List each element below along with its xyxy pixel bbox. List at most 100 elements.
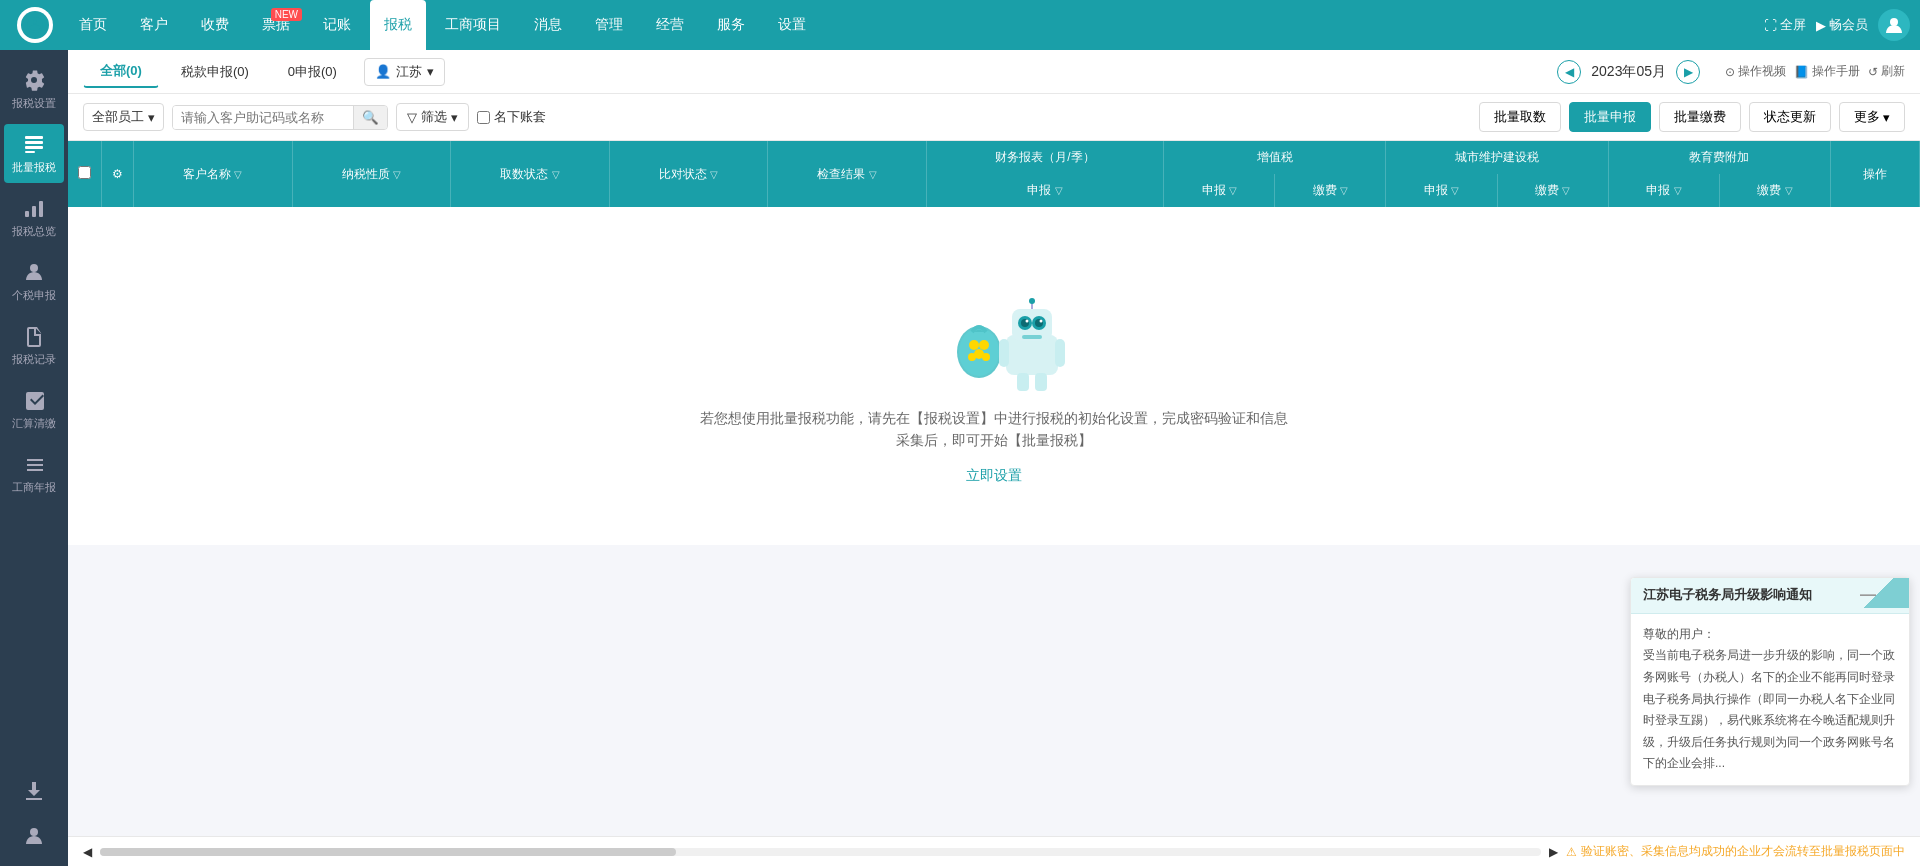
- batch-declare-btn[interactable]: 批量申报: [1569, 102, 1651, 132]
- nav-bizproject[interactable]: 工商项目: [431, 0, 515, 50]
- vat-pay-filter[interactable]: ▽: [1340, 185, 1348, 196]
- scroll-right-btn[interactable]: ▶: [1549, 845, 1558, 859]
- nav-invoice[interactable]: 票据 NEW: [248, 0, 304, 50]
- tax-nature-filter-icon[interactable]: ▽: [393, 169, 401, 180]
- accounts-checkbox[interactable]: [477, 111, 490, 124]
- next-month-btn[interactable]: ▶: [1676, 60, 1700, 84]
- svg-point-13: [979, 340, 989, 350]
- svg-rect-5: [25, 211, 29, 217]
- tab-tax-declare[interactable]: 税款申报(0): [164, 56, 266, 88]
- search-input[interactable]: [173, 106, 353, 129]
- nav-manage[interactable]: 管理: [581, 0, 637, 50]
- empty-main-text: 若您想使用批量报税功能，请先在【报税设置】中进行报税的初始化设置，完成密码验证和…: [694, 407, 1294, 452]
- filter-button[interactable]: ▽ 筛选 ▾: [396, 103, 469, 131]
- nav-home[interactable]: 首页: [65, 0, 121, 50]
- svg-rect-1: [25, 136, 43, 139]
- search-wrap: 🔍: [172, 105, 388, 130]
- sidebar-label-personal-tax: 个税申报: [12, 288, 56, 303]
- op-manual-btn[interactable]: 📘 操作手册: [1794, 63, 1860, 80]
- checkbox-label: 名下账套: [494, 108, 546, 126]
- month-nav: ◀ 2023年05月 ▶: [1557, 60, 1700, 84]
- svg-rect-3: [25, 146, 43, 149]
- nav-settings[interactable]: 设置: [764, 0, 820, 50]
- batch-fetch-btn[interactable]: 批量取数: [1479, 102, 1561, 132]
- scroll-left-btn[interactable]: ◀: [83, 845, 92, 859]
- notification-body: 尊敬的用户：受当前电子税务局进一步升级的影响，同一个政务网账号（办税人）名下的企…: [1631, 614, 1909, 785]
- financial-declare-filter[interactable]: ▽: [1055, 185, 1063, 196]
- horizontal-scrollbar[interactable]: [100, 848, 1541, 856]
- th-vat-pay: 缴费 ▽: [1275, 174, 1386, 207]
- prev-month-btn[interactable]: ◀: [1557, 60, 1581, 84]
- sidebar-item-annual-report[interactable]: 工商年报: [4, 444, 64, 503]
- status-update-btn[interactable]: 状态更新: [1749, 102, 1831, 132]
- customer-filter-icon[interactable]: ▽: [234, 169, 242, 180]
- tab-all[interactable]: 全部(0): [83, 55, 159, 88]
- sidebar-label-tax-settings: 报税设置: [12, 96, 56, 111]
- th-gear: ⚙: [102, 141, 134, 207]
- th-customer-name: 客户名称 ▽: [134, 141, 293, 207]
- th-fetch-status: 取数状态 ▽: [451, 141, 610, 207]
- refresh-btn[interactable]: ↺ 刷新: [1868, 63, 1905, 80]
- warn-text: ⚠ 验证账密、采集信息均成功的企业才会流转至批量报税页面中: [1566, 843, 1905, 860]
- sidebar-item-personal-tax[interactable]: 个税申报: [4, 252, 64, 311]
- notification-title: 江苏电子税务局升级影响通知: [1643, 586, 1812, 604]
- city-pay-filter[interactable]: ▽: [1562, 185, 1570, 196]
- nav-operation[interactable]: 经营: [642, 0, 698, 50]
- logo[interactable]: [10, 7, 60, 43]
- nav-message[interactable]: 消息: [520, 0, 576, 50]
- sidebar-item-batch-tax[interactable]: 批量报税: [4, 124, 64, 183]
- select-all-checkbox[interactable]: [78, 166, 91, 179]
- sidebar-item-tax-record[interactable]: 报税记录: [4, 316, 64, 375]
- setup-link[interactable]: 立即设置: [966, 467, 1022, 485]
- tax-summary-icon: [22, 196, 46, 220]
- sidebar-label-tax-summary: 报税总览: [12, 224, 56, 239]
- sidebar-label-batch-tax: 批量报税: [12, 160, 56, 175]
- check-result-filter-icon[interactable]: ▽: [869, 169, 877, 180]
- tab-zero-declare[interactable]: 0申报(0): [271, 56, 354, 88]
- nav-billing[interactable]: 收费: [187, 0, 243, 50]
- gear-icon[interactable]: ⚙: [112, 167, 123, 181]
- op-video-btn[interactable]: ⊙ 操作视频: [1725, 63, 1786, 80]
- compare-status-filter-icon[interactable]: ▽: [710, 169, 718, 180]
- sidebar-item-user[interactable]: [4, 816, 64, 856]
- sidebar-item-settlement[interactable]: 汇算清缴: [4, 380, 64, 439]
- current-month: 2023年05月: [1591, 63, 1666, 81]
- member-btn[interactable]: ▶ 畅会员: [1816, 16, 1868, 34]
- sidebar-item-tax-settings[interactable]: 报税设置: [4, 60, 64, 119]
- user-icon: [22, 824, 46, 848]
- sidebar-item-download[interactable]: [4, 771, 64, 811]
- sidebar-item-tax-summary[interactable]: 报税总览: [4, 188, 64, 247]
- vat-declare-filter[interactable]: ▽: [1229, 185, 1237, 196]
- nav-bookkeeping[interactable]: 记账: [309, 0, 365, 50]
- fullscreen-btn[interactable]: ⛶ 全屏: [1764, 16, 1806, 34]
- th-vat-declare: 申报 ▽: [1164, 174, 1275, 207]
- fetch-status-filter-icon[interactable]: ▽: [552, 169, 560, 180]
- bottom-bar: ◀ ▶ ⚠ 验证账密、采集信息均成功的企业才会流转至批量报税页面中: [68, 836, 1920, 866]
- th-financial-report: 财务报表（月/季）: [926, 141, 1163, 174]
- nav-service[interactable]: 服务: [703, 0, 759, 50]
- nav-customer[interactable]: 客户: [126, 0, 182, 50]
- sidebar-bottom: [4, 771, 64, 866]
- download-icon: [22, 779, 46, 803]
- chevron-down-icon: ▾: [148, 110, 155, 125]
- nav-tax[interactable]: 报税: [370, 0, 426, 50]
- search-button[interactable]: 🔍: [353, 106, 387, 129]
- batch-pay-btn[interactable]: 批量缴费: [1659, 102, 1741, 132]
- sidebar-label-annual-report: 工商年报: [12, 480, 56, 495]
- th-financial-declare: 申报 ▽: [926, 174, 1163, 207]
- th-operations: 操作: [1831, 141, 1920, 207]
- th-tax-nature: 纳税性质 ▽: [292, 141, 451, 207]
- sidebar-label-tax-record: 报税记录: [12, 352, 56, 367]
- more-btn[interactable]: 更多 ▾: [1839, 102, 1905, 132]
- toolbar: 全部员工 ▾ 🔍 ▽ 筛选 ▾ 名下账套 批量取数 批量申报 批量缴费 状态更新: [68, 94, 1920, 141]
- sub-tabs-right: ⊙ 操作视频 📘 操作手册 ↺ 刷新: [1725, 63, 1905, 80]
- city-declare-filter[interactable]: ▽: [1451, 185, 1459, 196]
- checkbox-wrap[interactable]: 名下账套: [477, 108, 546, 126]
- user-avatar[interactable]: [1878, 9, 1910, 41]
- edu-pay-filter[interactable]: ▽: [1785, 185, 1793, 196]
- edu-declare-filter[interactable]: ▽: [1674, 185, 1682, 196]
- chevron-down-icon: ▾: [1883, 110, 1890, 125]
- province-selector[interactable]: 👤 江苏 ▾: [364, 58, 445, 86]
- employee-filter[interactable]: 全部员工 ▾: [83, 103, 164, 131]
- settlement-icon: [22, 388, 46, 412]
